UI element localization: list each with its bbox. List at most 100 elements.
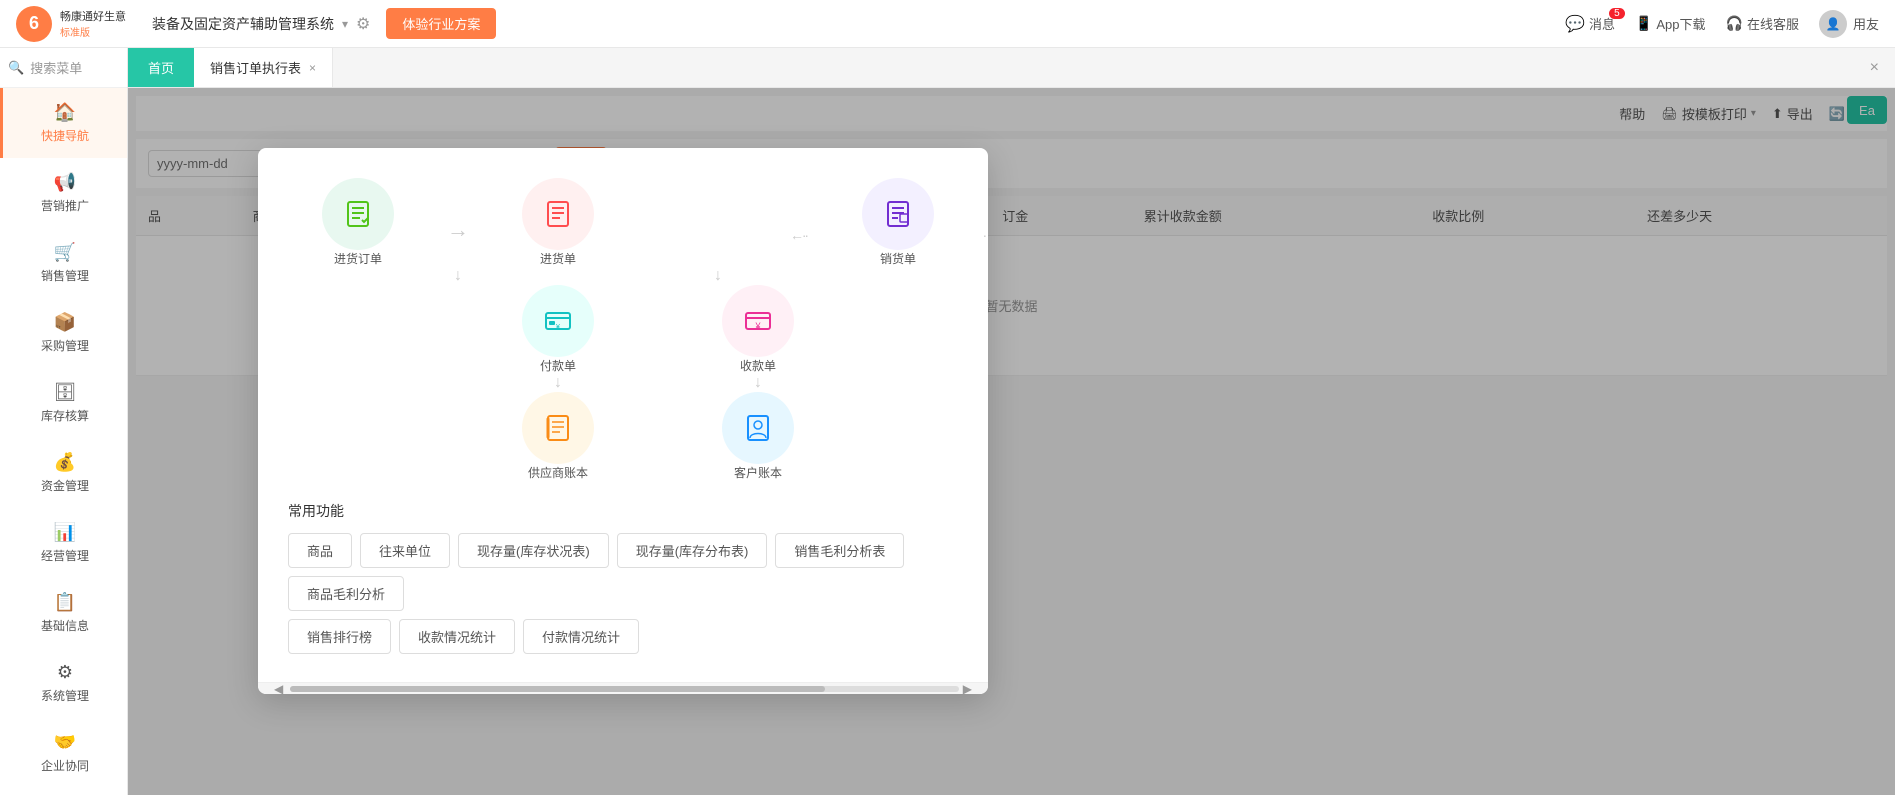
scroll-right-arrow[interactable]: ▶: [963, 682, 972, 695]
receipt-bill-icon: ¥: [722, 285, 794, 357]
message-badge: 5: [1609, 8, 1625, 19]
trial-btn[interactable]: 体验行业方案: [386, 8, 496, 39]
node-receipt-bill[interactable]: ¥ 收款单: [688, 285, 828, 374]
sidebar-item-purchase[interactable]: 📦 采购管理: [0, 298, 127, 368]
sidebar-item-label-quick-nav: 快捷导航: [41, 127, 89, 144]
sales-icon: 🛒: [54, 242, 76, 263]
sidebar-item-label-marketing: 营销推广: [41, 197, 89, 214]
logo-text: 畅康通好生意 标准版: [60, 8, 126, 39]
func-btn-sales-rank[interactable]: 销售排行榜: [288, 619, 391, 654]
system-title: 装备及固定资产辅助管理系统: [152, 14, 334, 34]
func-btn-product-margin[interactable]: 商品毛利分析: [288, 576, 404, 611]
customer-ledger-label: 客户账本: [734, 464, 782, 481]
func-buttons-row-1: 商品 往来单位 现存量(库存状况表) 现存量(库存分布表) 销售毛利分析表 商品…: [288, 533, 958, 611]
sidebar-item-label-basic: 基础信息: [41, 617, 89, 634]
node-purchase-order[interactable]: 进货订单: [288, 178, 428, 267]
sidebar-item-label-finance: 资金管理: [41, 477, 89, 494]
top-bar-right: 💬 消息 5 📱 App下载 🎧 在线客服 👤 用友: [1565, 10, 1879, 38]
sidebar-item-operations[interactable]: 📊 经营管理: [0, 508, 127, 578]
customer-ledger-icon: [722, 392, 794, 464]
tab-home[interactable]: 首页: [128, 48, 194, 87]
func-btn-sales-margin[interactable]: 销售毛利分析表: [775, 533, 904, 568]
sidebar: 🔍 搜索菜单 🏠 快捷导航 📢 营销推广 🛒 销售管理 📦 采购管理: [0, 48, 128, 795]
inventory-icon: 🗄: [54, 382, 77, 403]
system-icon: ⚙: [57, 662, 73, 683]
search-icon: 🔍: [8, 60, 24, 76]
node-purchase-bill[interactable]: 进货单: [488, 178, 628, 267]
func-btn-payment-stats[interactable]: 付款情况统计: [523, 619, 639, 654]
sidebar-item-label-system: 系统管理: [41, 687, 89, 704]
receipt-bill-label: 收款单: [740, 357, 776, 374]
scroll-track[interactable]: [290, 686, 959, 692]
sidebar-item-label-sales: 销售管理: [41, 267, 89, 284]
scroll-left-arrow[interactable]: ◀: [274, 682, 290, 695]
modal-box: 进货订单 → 进货单: [258, 148, 988, 694]
scroll-thumb[interactable]: [290, 686, 825, 692]
sidebar-item-finance[interactable]: 💰 资金管理: [0, 438, 127, 508]
basic-icon: 📋: [54, 592, 76, 613]
tab-close-icon[interactable]: ×: [309, 61, 316, 75]
func-buttons-row-2: 销售排行榜 收款情况统计 付款情况统计: [288, 619, 958, 654]
payment-bill-icon: ¥: [522, 285, 594, 357]
sales-bill-icon: [862, 178, 934, 250]
supplier-ledger-icon: [522, 392, 594, 464]
sidebar-item-system[interactable]: ⚙ 系统管理: [0, 648, 127, 718]
quick-nav-icon: 🏠: [54, 102, 76, 123]
modal-body: 进货订单 → 进货单: [258, 148, 988, 682]
common-funcs-section: 常用功能 商品 往来单位 现存量(库存状况表) 现存量(库存分布表) 销售毛利分…: [288, 501, 958, 654]
arrow-down-receipt: ↓: [688, 374, 828, 392]
node-sales-bill[interactable]: 销货单: [828, 178, 968, 267]
tab-content: 帮助 🖨 按模板打印 ▾ ⬆ 导出 🔄: [128, 88, 1895, 795]
payment-bill-label: 付款单: [540, 357, 576, 374]
func-btn-product[interactable]: 商品: [288, 533, 352, 568]
close-all-tabs[interactable]: ×: [1854, 48, 1895, 87]
sidebar-item-sales[interactable]: 🛒 销售管理: [0, 228, 127, 298]
supplier-ledger-label: 供应商账本: [528, 464, 588, 481]
node-customer-ledger[interactable]: 客户账本: [688, 392, 828, 481]
sidebar-item-label-inventory: 库存核算: [41, 407, 89, 424]
purchase-order-label: 进货订单: [334, 250, 382, 267]
sidebar-item-inventory[interactable]: 🗄 库存核算: [0, 368, 127, 438]
svg-text:¥: ¥: [556, 324, 560, 331]
func-btn-receipt-stats[interactable]: 收款情况统计: [399, 619, 515, 654]
app-download-btn[interactable]: 📱 App下载: [1635, 14, 1706, 33]
node-supplier-ledger[interactable]: 供应商账本: [488, 392, 628, 481]
purchase-bill-label: 进货单: [540, 250, 576, 267]
tab-sales-order[interactable]: 销售订单执行表 ×: [194, 48, 333, 87]
sidebar-item-label-enterprise: 企业协同: [41, 757, 89, 774]
sidebar-search[interactable]: 🔍 搜索菜单: [0, 48, 127, 88]
arrow-down-payment: ↓: [488, 374, 628, 392]
sidebar-item-enterprise[interactable]: 🤝 企业协同: [0, 718, 127, 788]
user-menu[interactable]: 👤 用友: [1819, 10, 1879, 38]
content-area: 首页 销售订单执行表 × × 帮助 🖨: [128, 48, 1895, 795]
sidebar-item-label-operations: 经营管理: [41, 547, 89, 564]
common-funcs-title: 常用功能: [288, 501, 958, 521]
operations-icon: 📊: [54, 522, 76, 543]
node-payment-bill[interactable]: ¥ 付款单: [488, 285, 628, 374]
logo-icon: 6: [16, 6, 52, 42]
gear-icon[interactable]: ⚙: [356, 14, 370, 34]
sidebar-item-basic[interactable]: 📋 基础信息: [0, 578, 127, 648]
func-btn-stock-dist[interactable]: 现存量(库存分布表): [617, 533, 768, 568]
message-btn[interactable]: 💬 消息 5: [1565, 14, 1615, 34]
arrow-down-purchase: ↓: [428, 267, 488, 285]
sidebar-item-guide[interactable]: 🔰 新手引导: [0, 788, 127, 795]
finance-icon: 💰: [54, 452, 76, 473]
sidebar-item-marketing[interactable]: 📢 营销推广: [0, 158, 127, 228]
tab-bar: 首页 销售订单执行表 × ×: [128, 48, 1895, 88]
sidebar-item-quick-nav[interactable]: 🏠 快捷导航: [0, 88, 127, 158]
dropdown-arrow-icon[interactable]: ▾: [342, 17, 348, 31]
purchase-bill-icon: [522, 178, 594, 250]
arrow-dashed-sales-order: · · ←: [968, 227, 988, 267]
sidebar-item-label-purchase: 采购管理: [41, 337, 89, 354]
search-label: 搜索菜单: [30, 58, 82, 77]
func-btn-related-unit[interactable]: 往来单位: [360, 533, 450, 568]
sales-bill-label: 销货单: [880, 250, 916, 267]
marketing-icon: 📢: [54, 172, 76, 193]
func-btn-stock-status[interactable]: 现存量(库存状况表): [458, 533, 609, 568]
enterprise-icon: 🤝: [54, 732, 76, 753]
online-service-btn[interactable]: 🎧 在线客服: [1726, 14, 1799, 33]
purchase-order-icon: [322, 178, 394, 250]
arrow-dashed-sales: ← · ·: [768, 227, 828, 267]
logo-area: 6 畅康通好生意 标准版: [16, 6, 144, 42]
